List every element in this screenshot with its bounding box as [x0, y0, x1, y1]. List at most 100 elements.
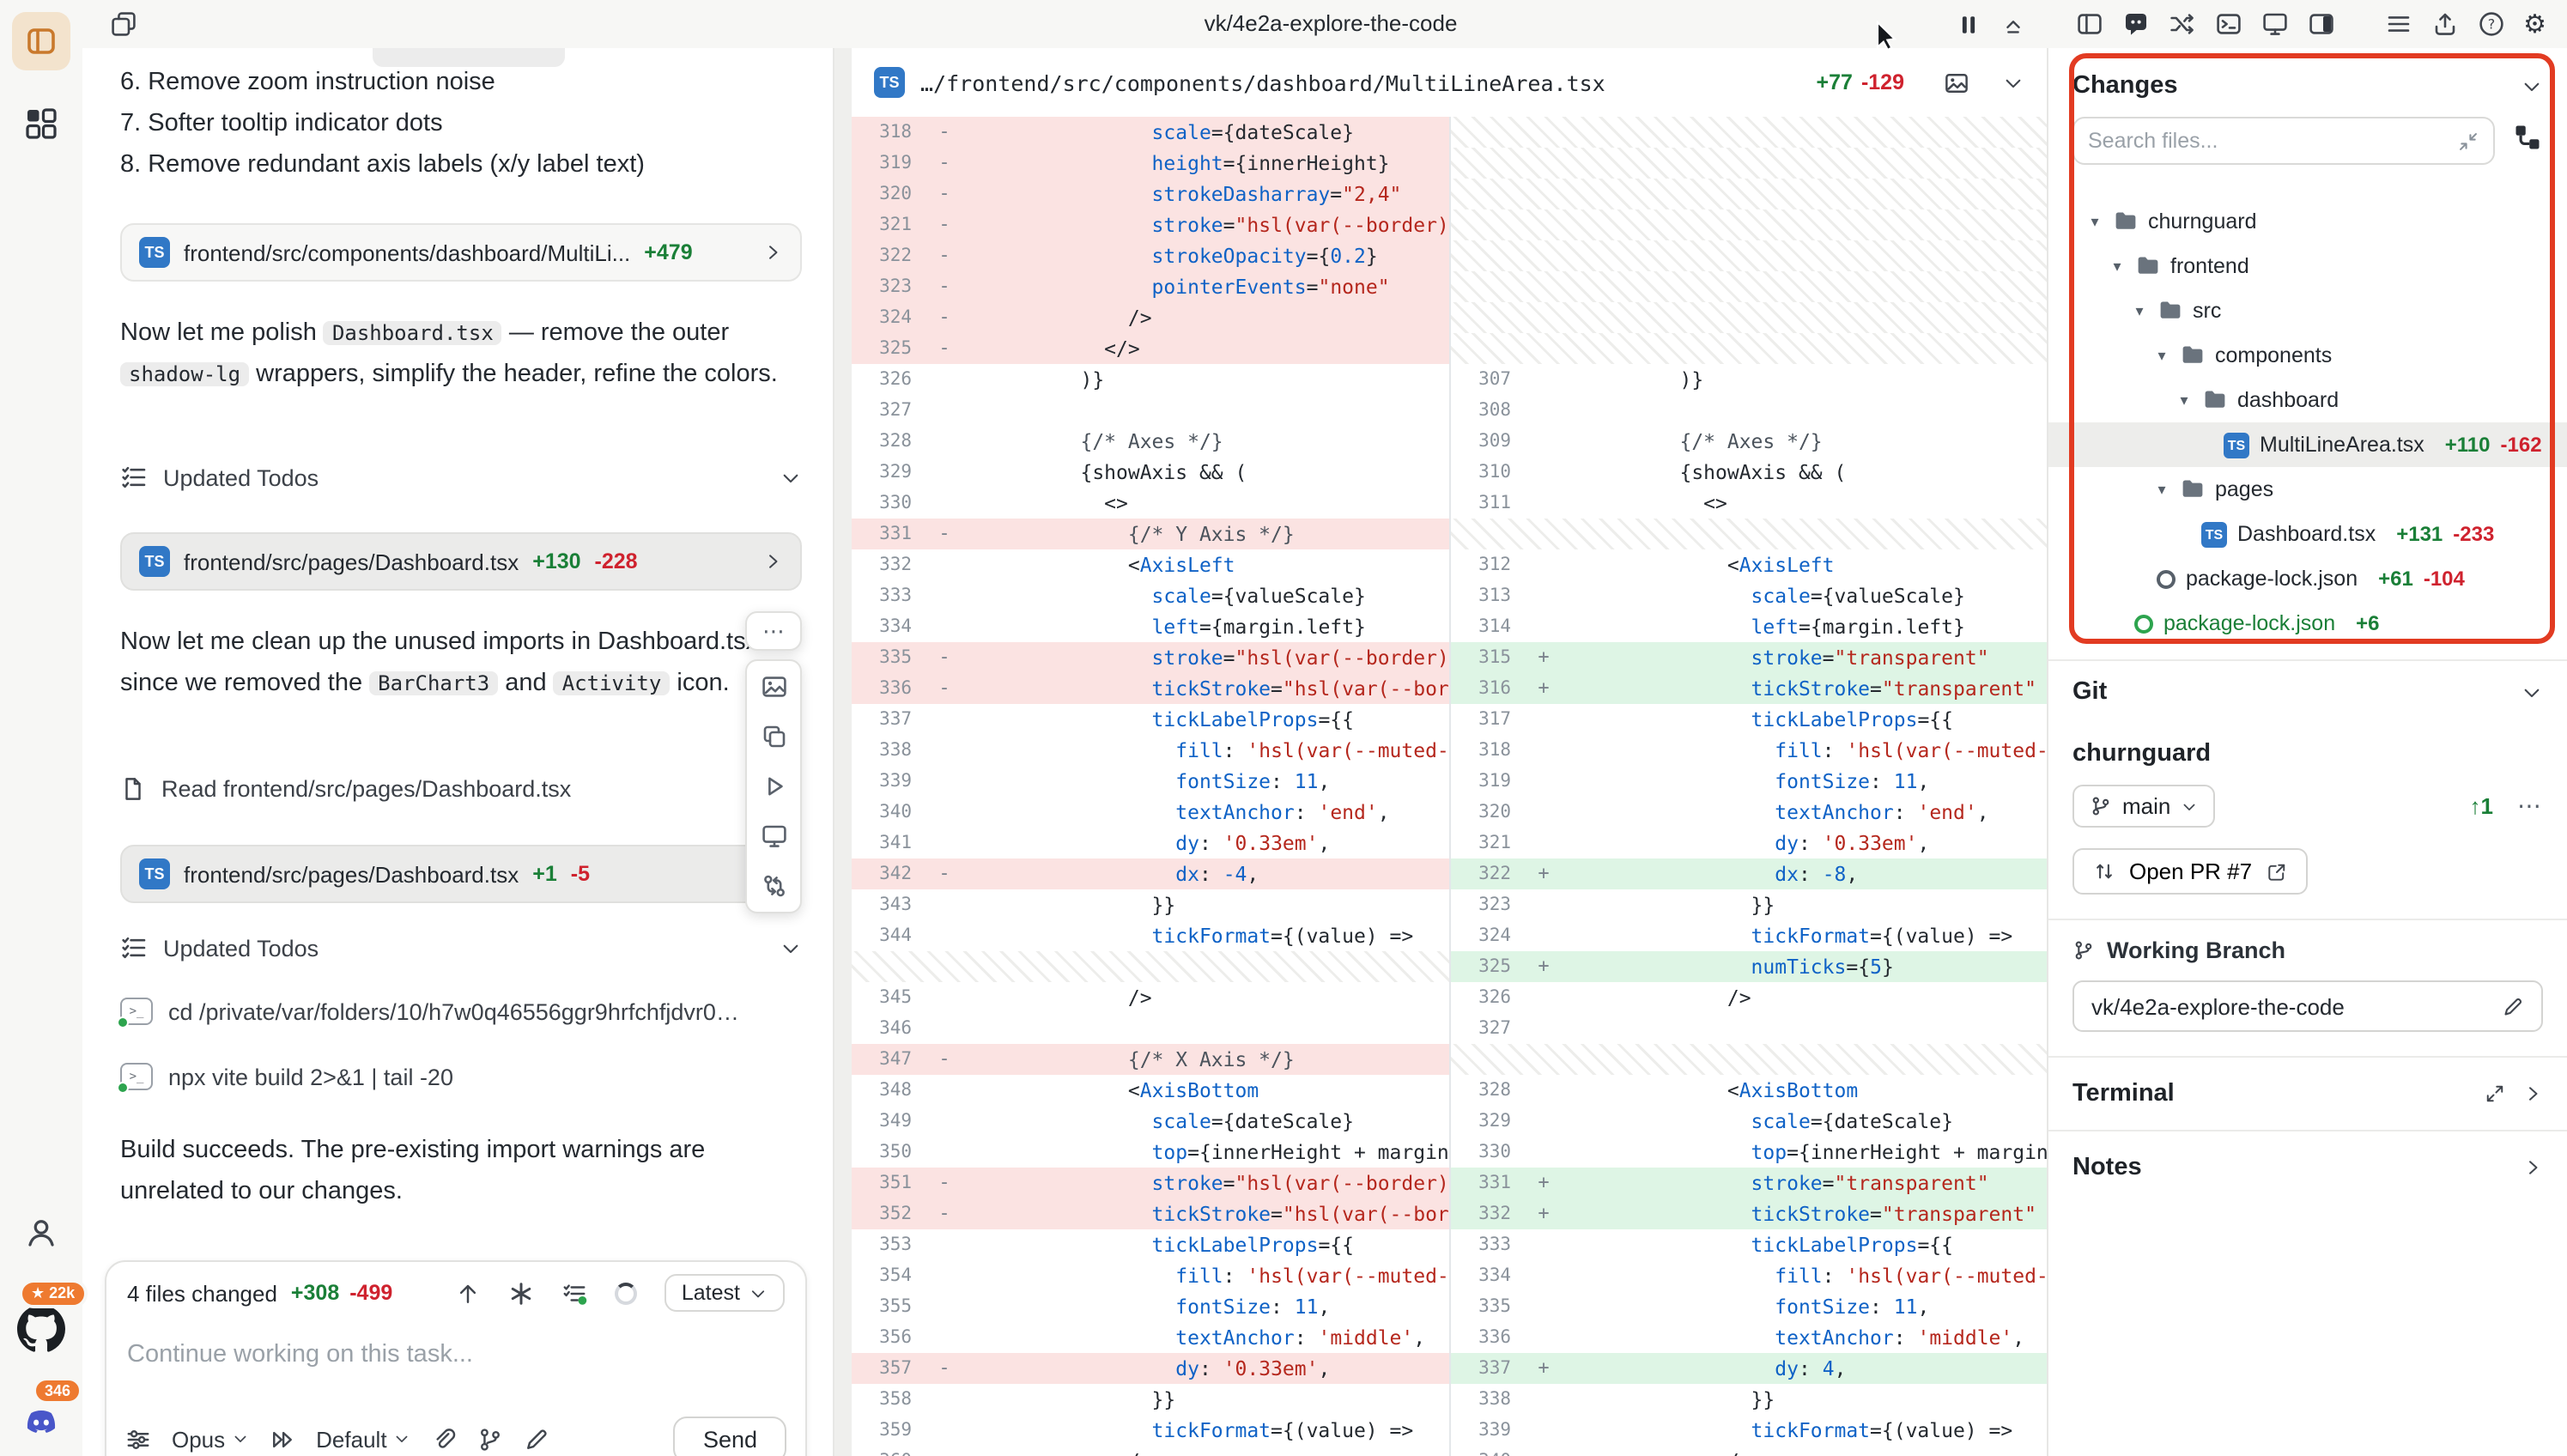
workspaces-grid-icon[interactable]	[24, 106, 58, 149]
tree-folder-components[interactable]: ▾components	[2048, 333, 2567, 378]
monitor-icon[interactable]	[760, 822, 787, 850]
tree-file-package-lock-json[interactable]: package-lock.json+61-104	[2048, 556, 2567, 601]
share-icon[interactable]	[2430, 10, 2458, 38]
tree-folder-churnguard[interactable]: ▾churnguard	[2048, 199, 2567, 244]
diff-line: 330 <>	[852, 488, 1449, 519]
file-chip-dashboard[interactable]: TS frontend/src/pages/Dashboard.tsx +130…	[120, 532, 802, 591]
terminal-command-row[interactable]: >_ npx vite build 2>&1 | tail -20	[120, 1063, 802, 1090]
tree-file-multilinearea-tsx[interactable]: TSMultiLineArea.tsx+110-162	[2048, 422, 2567, 467]
diff-line: 324- />	[852, 302, 1449, 333]
working-branch-field[interactable]: vk/4e2a-explore-the-code	[2072, 980, 2543, 1032]
tree-folder-dashboard[interactable]: ▾dashboard	[2048, 378, 2567, 422]
line-number: 339	[1451, 1415, 1526, 1446]
arrow-up-icon[interactable]	[455, 1280, 481, 1306]
git-compare-icon[interactable]	[760, 872, 787, 900]
removed-count: -5	[571, 862, 590, 886]
diff-line: 316+ tickStroke="transparent"	[1449, 673, 2047, 704]
play-icon[interactable]	[760, 773, 787, 800]
diff-marker	[927, 735, 962, 766]
overlap-windows-icon[interactable]	[110, 10, 137, 38]
file-path: frontend/src/pages/Dashboard.tsx	[184, 549, 519, 574]
diff-marker: -	[927, 858, 962, 889]
updated-todos-label: Updated Todos	[163, 464, 319, 490]
model-dropdown[interactable]: Opus	[172, 1426, 249, 1452]
attach-icon[interactable]	[432, 1426, 458, 1452]
chevron-right-icon[interactable]	[2522, 1157, 2543, 1178]
screenshot-icon[interactable]	[760, 673, 787, 701]
panel-divider[interactable]	[834, 48, 852, 1456]
line-number: 320	[852, 179, 927, 209]
expand-icon[interactable]	[2485, 1083, 2505, 1104]
todos-status-icon[interactable]	[561, 1280, 587, 1306]
file-chip-multilinearea[interactable]: TS frontend/src/components/dashboard/Mul…	[120, 223, 802, 282]
search-input[interactable]	[2088, 129, 2447, 153]
added-count: +130	[532, 549, 580, 573]
open-pr-button[interactable]: Open PR #7	[2072, 848, 2307, 895]
settings-gear-icon[interactable]: ⚙	[2523, 11, 2546, 37]
monitor-icon[interactable]	[2261, 10, 2288, 38]
updated-todos-row[interactable]: Updated Todos	[120, 464, 802, 491]
terminal-command-row[interactable]: >_ cd /private/var/folders/10/h7w0q46556…	[120, 998, 802, 1025]
diff-line: 333 scale={valueScale}	[852, 580, 1449, 611]
tree-file-package-lock-json[interactable]: package-lock.json+6	[2048, 601, 2567, 646]
chat-bubble-icon[interactable]	[2121, 10, 2149, 38]
discord-icon[interactable]	[19, 1401, 64, 1454]
collapse-tree-icon[interactable]	[2457, 130, 2479, 152]
github-icon[interactable]	[17, 1305, 65, 1362]
message-actions-menu[interactable]: ⋯	[745, 611, 802, 651]
chevron-down-icon[interactable]	[2521, 681, 2543, 703]
tree-file-dashboard-tsx[interactable]: TSDashboard.tsx+131-233	[2048, 512, 2567, 556]
repo-name: churnguard	[2072, 740, 2543, 767]
diff-marker	[1526, 549, 1561, 580]
mode-dropdown[interactable]: Default	[316, 1426, 410, 1452]
terminal-icon[interactable]	[2214, 10, 2242, 38]
tree-folder-frontend[interactable]: ▾frontend	[2048, 244, 2567, 288]
chat-input[interactable]	[106, 1324, 805, 1368]
tree-folder-src[interactable]: ▾src	[2048, 288, 2567, 333]
menu-icon[interactable]	[2384, 10, 2412, 38]
chevron-down-icon[interactable]	[2521, 75, 2543, 97]
code-text: tickFormat={(value) =>	[1561, 1415, 2047, 1446]
chevron-down-icon[interactable]	[780, 937, 802, 959]
section-divider	[2048, 1130, 2567, 1131]
code-text: dx: -8,	[1561, 858, 2047, 889]
version-dropdown[interactable]: Latest	[665, 1274, 785, 1312]
chevron-right-icon[interactable]	[2522, 1083, 2543, 1104]
chevron-down-icon[interactable]	[780, 466, 802, 488]
copy-icon[interactable]	[760, 723, 787, 750]
collapse-up-icon[interactable]	[2000, 11, 2025, 37]
branch-icon[interactable]	[478, 1426, 504, 1452]
diff-row: 320- strokeDasharray="2,4"	[852, 179, 2047, 209]
shuffle-icon[interactable]	[2168, 10, 2195, 38]
pause-icon[interactable]	[1955, 11, 1981, 37]
git-menu-icon[interactable]: ⋯	[2517, 792, 2543, 821]
diff-marker	[1526, 828, 1561, 858]
line-number: 347	[852, 1044, 927, 1075]
pen-icon[interactable]	[525, 1426, 550, 1452]
diff-marker	[1526, 1260, 1561, 1291]
help-icon[interactable]: ?	[2477, 10, 2504, 38]
line-number: 334	[852, 611, 927, 642]
code-text: left={margin.left}	[1561, 611, 2047, 642]
diff-marker: -	[927, 148, 962, 179]
line-number: 330	[1451, 1137, 1526, 1168]
code-text: tickFormat={(value) =>	[962, 1415, 1449, 1446]
tree-folder-pages[interactable]: ▾pages	[2048, 467, 2567, 512]
panel-left-icon[interactable]	[2075, 10, 2103, 38]
skip-icon[interactable]	[270, 1426, 295, 1452]
code-text: }}	[962, 889, 1449, 920]
file-tree-view-icon[interactable]	[2512, 121, 2543, 161]
pencil-icon[interactable]	[2502, 995, 2524, 1017]
read-file-row[interactable]: Read frontend/src/pages/Dashboard.tsx	[120, 776, 802, 802]
send-button[interactable]: Send	[674, 1416, 786, 1456]
inline-diff-toggle-icon[interactable]	[1944, 70, 1969, 95]
chevron-down-icon[interactable]	[2002, 71, 2024, 94]
tune-icon[interactable]	[125, 1426, 151, 1452]
diff-body: 318- scale={dateScale}319- height={inner…	[852, 117, 2047, 1456]
profile-icon[interactable]	[24, 1216, 58, 1250]
panel-right-icon[interactable]	[2307, 10, 2334, 38]
updated-todos-row[interactable]: Updated Todos	[120, 934, 802, 962]
file-chip-dashboard-2[interactable]: TS frontend/src/pages/Dashboard.tsx +1 -…	[120, 845, 802, 903]
spark-icon[interactable]	[508, 1280, 534, 1306]
branch-selector[interactable]: main	[2072, 785, 2215, 828]
